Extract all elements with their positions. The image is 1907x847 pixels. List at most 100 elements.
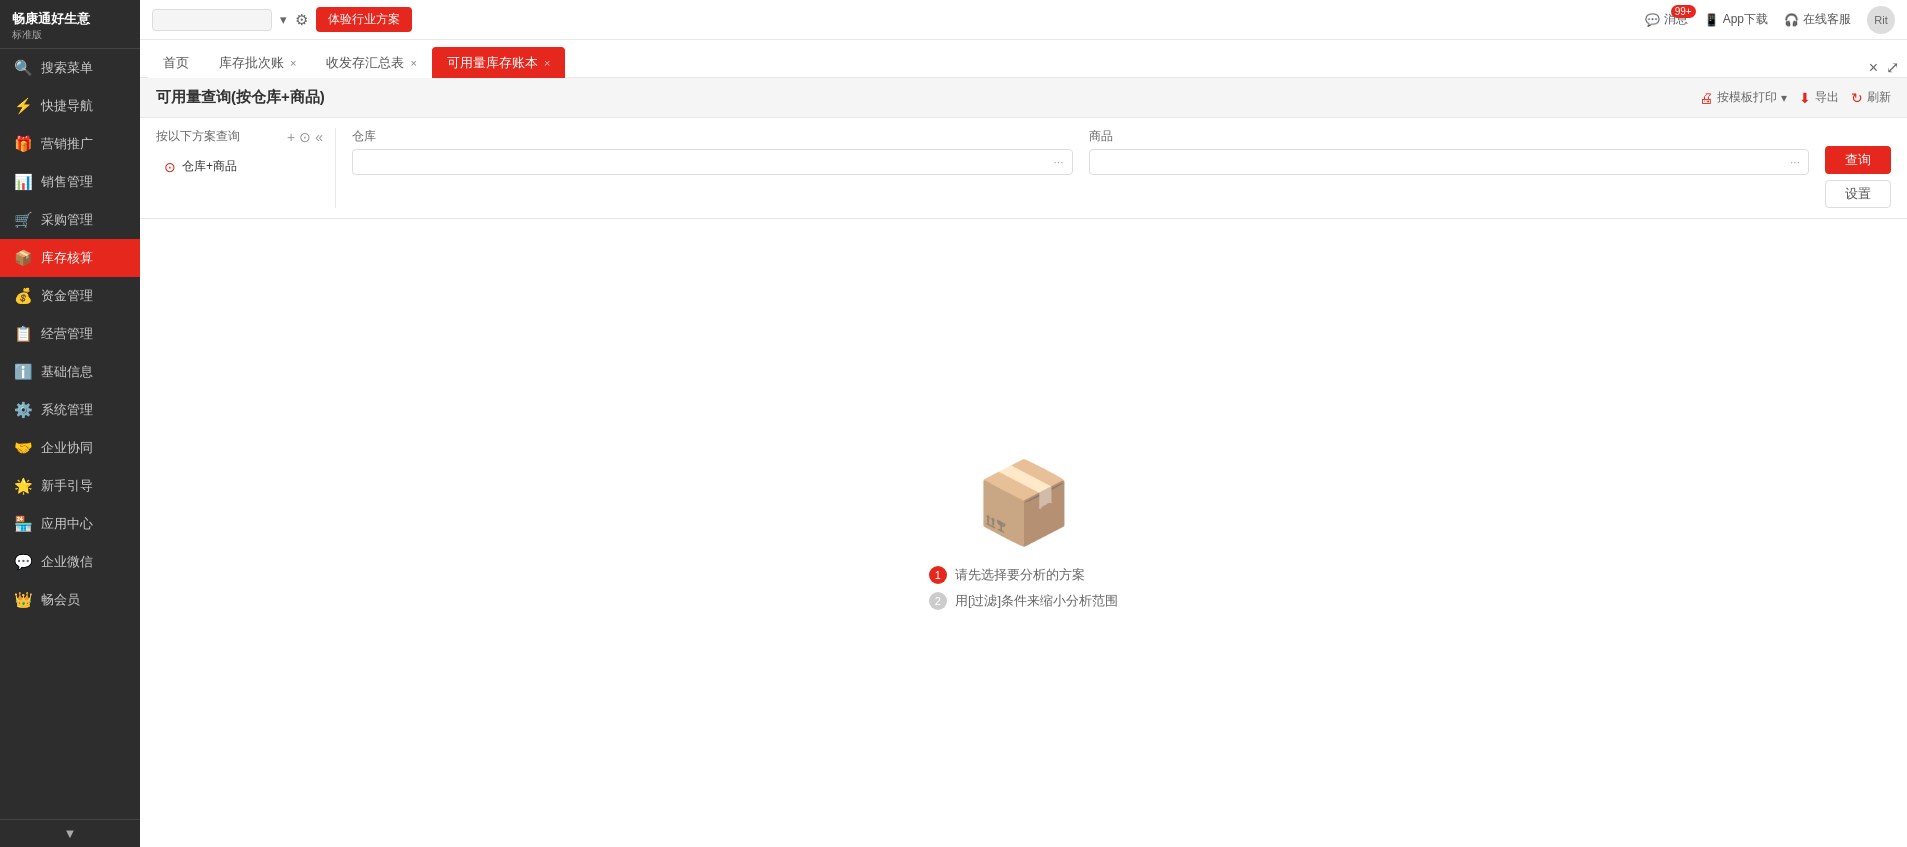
tab-close-inventory-batch[interactable]: × xyxy=(290,57,296,69)
sidebar-label-basic-info: 基础信息 xyxy=(41,363,93,381)
refresh-label: 刷新 xyxy=(1867,89,1891,106)
sidebar-label-app-center: 应用中心 xyxy=(41,515,93,533)
tip-num-2: 2 xyxy=(929,592,947,610)
topbar-dropdown-btn[interactable]: ▾ xyxy=(280,12,287,27)
product-input[interactable]: ··· xyxy=(1089,149,1810,175)
online-service-btn[interactable]: 🎧 在线客服 xyxy=(1784,11,1851,28)
sidebar-item-purchase[interactable]: 🛒 采购管理 xyxy=(0,201,140,239)
sidebar-label-purchase: 采购管理 xyxy=(41,211,93,229)
sidebar-item-member[interactable]: 👑 畅会员 xyxy=(0,581,140,619)
app-icon: 📱 xyxy=(1704,13,1719,27)
sidebar-item-sales[interactable]: 📊 销售管理 xyxy=(0,163,140,201)
sidebar-scroll-down[interactable]: ▼ xyxy=(0,819,140,847)
sidebar-icon-finance: 💰 xyxy=(14,287,33,305)
filter-fields: 仓库 ··· 商品 ··· 查询 设置 xyxy=(352,128,1891,208)
export-icon: ⬇ xyxy=(1799,90,1811,106)
topbar-search-input[interactable] xyxy=(152,9,272,31)
sidebar-item-operations[interactable]: 📋 经营管理 xyxy=(0,315,140,353)
sidebar-icon-sales: 📊 xyxy=(14,173,33,191)
query-btn[interactable]: 查询 xyxy=(1825,146,1891,174)
print-dropdown-icon: ▾ xyxy=(1781,91,1787,105)
sidebar-label-inventory: 库存核算 xyxy=(41,249,93,267)
tab-available-qty[interactable]: 可用量库存账本 × xyxy=(432,47,565,78)
tabs-close-btn[interactable]: × xyxy=(1869,59,1878,77)
scheme-collapse-btn[interactable]: « xyxy=(315,129,323,145)
page-header: 可用量查询(按仓库+商品) 🖨 按模板打印 ▾ ⬇ 导出 ↻ 刷新 xyxy=(140,78,1907,118)
message-icon: 💬 xyxy=(1645,13,1660,27)
tabs-expand-btn[interactable]: ⤢ xyxy=(1886,58,1899,77)
empty-tip-2: 2 用[过滤]条件来缩小分析范围 xyxy=(929,592,1118,610)
message-btn[interactable]: 💬 消息 99+ xyxy=(1645,11,1688,28)
sidebar-item-weixin[interactable]: 💬 企业微信 xyxy=(0,543,140,581)
page-header-actions: 🖨 按模板打印 ▾ ⬇ 导出 ↻ 刷新 xyxy=(1699,89,1891,106)
sidebar-icon-basic-info: ℹ️ xyxy=(14,363,33,381)
sidebar-item-basic-info[interactable]: ℹ️ 基础信息 xyxy=(0,353,140,391)
sidebar-icon-member: 👑 xyxy=(14,591,33,609)
sidebar-item-enterprise[interactable]: 🤝 企业协同 xyxy=(0,429,140,467)
experience-btn[interactable]: 体验行业方案 xyxy=(316,7,412,32)
sidebar-item-finance[interactable]: 💰 资金管理 xyxy=(0,277,140,315)
sidebar-item-system[interactable]: ⚙️ 系统管理 xyxy=(0,391,140,429)
warehouse-field: 仓库 ··· xyxy=(352,128,1073,175)
sidebar-item-quick-nav[interactable]: ⚡ 快捷导航 xyxy=(0,87,140,125)
service-icon: 🎧 xyxy=(1784,13,1799,27)
tab-home[interactable]: 首页 xyxy=(148,47,204,78)
topbar-gear-icon[interactable]: ⚙ xyxy=(295,11,308,29)
product-more-icon: ··· xyxy=(1790,155,1800,169)
tab-label-receipt-summary: 收发存汇总表 xyxy=(326,54,404,72)
filter-actions: 查询 设置 xyxy=(1825,128,1891,208)
sidebar-icon-quick-nav: ⚡ xyxy=(14,97,33,115)
tabs-actions: × ⤢ xyxy=(1869,58,1899,77)
logo-title: 畅康通好生意 xyxy=(12,10,128,28)
filter-scheme-header: 按以下方案查询 + ⊙ « xyxy=(156,128,323,145)
sidebar-item-marketing[interactable]: 🎁 营销推广 xyxy=(0,125,140,163)
sidebar-label-system: 系统管理 xyxy=(41,401,93,419)
tab-label-inventory-batch: 库存批次账 xyxy=(219,54,284,72)
filter-scheme-panel: 按以下方案查询 + ⊙ « ⊙ 仓库+商品 xyxy=(156,128,336,208)
tip-text-1: 请先选择要分析的方案 xyxy=(955,566,1085,584)
empty-tip-1: 1 请先选择要分析的方案 xyxy=(929,566,1118,584)
refresh-icon: ↻ xyxy=(1851,90,1863,106)
sidebar-label-finance: 资金管理 xyxy=(41,287,93,305)
filter-area: 按以下方案查询 + ⊙ « ⊙ 仓库+商品 仓库 · xyxy=(140,118,1907,219)
export-btn[interactable]: ⬇ 导出 xyxy=(1799,89,1839,106)
scheme-settings-btn[interactable]: ⊙ xyxy=(299,129,311,145)
user-avatar[interactable]: Rit xyxy=(1867,6,1895,34)
empty-illustration: 📦 xyxy=(974,456,1074,550)
export-label: 导出 xyxy=(1815,89,1839,106)
sidebar-label-weixin: 企业微信 xyxy=(41,553,93,571)
sidebar-item-search[interactable]: 🔍 搜索菜单 xyxy=(0,49,140,87)
sidebar-icon-search: 🔍 xyxy=(14,59,33,77)
warehouse-input[interactable]: ··· xyxy=(352,149,1073,175)
sidebar-icon-newbie: 🌟 xyxy=(14,477,33,495)
app-download-btn[interactable]: 📱 App下载 xyxy=(1704,11,1768,28)
sidebar-item-newbie[interactable]: 🌟 新手引导 xyxy=(0,467,140,505)
topbar-right: 💬 消息 99+ 📱 App下载 🎧 在线客服 Rit xyxy=(1645,6,1895,34)
warehouse-label: 仓库 xyxy=(352,128,1073,145)
tab-receipt-summary[interactable]: 收发存汇总表 × xyxy=(311,47,431,78)
tab-close-available-qty[interactable]: × xyxy=(544,57,550,69)
tab-close-receipt-summary[interactable]: × xyxy=(410,57,416,69)
tab-inventory-batch[interactable]: 库存批次账 × xyxy=(204,47,311,78)
tip-num-1: 1 xyxy=(929,566,947,584)
print-icon: 🖨 xyxy=(1699,90,1713,106)
sidebar: 畅康通好生意 标准版 🔍 搜索菜单 ⚡ 快捷导航 🎁 营销推广 📊 销售管理 🛒… xyxy=(0,0,140,847)
sidebar-label-sales: 销售管理 xyxy=(41,173,93,191)
sidebar-label-operations: 经营管理 xyxy=(41,325,93,343)
filter-scheme-actions: + ⊙ « xyxy=(287,129,323,145)
refresh-btn[interactable]: ↻ 刷新 xyxy=(1851,89,1891,106)
sidebar-item-inventory[interactable]: 📦 库存核算 xyxy=(0,239,140,277)
sidebar-item-app-center[interactable]: 🏪 应用中心 xyxy=(0,505,140,543)
sidebar-label-quick-nav: 快捷导航 xyxy=(41,97,93,115)
print-template-btn[interactable]: 🖨 按模板打印 ▾ xyxy=(1699,89,1787,106)
tab-label-available-qty: 可用量库存账本 xyxy=(447,54,538,72)
sidebar-label-search: 搜索菜单 xyxy=(41,59,93,77)
product-label: 商品 xyxy=(1089,128,1810,145)
warehouse-more-icon: ··· xyxy=(1053,155,1063,169)
print-label: 按模板打印 xyxy=(1717,89,1777,106)
add-scheme-btn[interactable]: + xyxy=(287,129,295,145)
scheme-warehouse-product[interactable]: ⊙ 仓库+商品 xyxy=(156,153,323,180)
filter-settings-btn[interactable]: 设置 xyxy=(1825,180,1891,208)
empty-tips: 1 请先选择要分析的方案 2 用[过滤]条件来缩小分析范围 xyxy=(929,566,1118,610)
filter-scheme-title: 按以下方案查询 xyxy=(156,128,240,145)
